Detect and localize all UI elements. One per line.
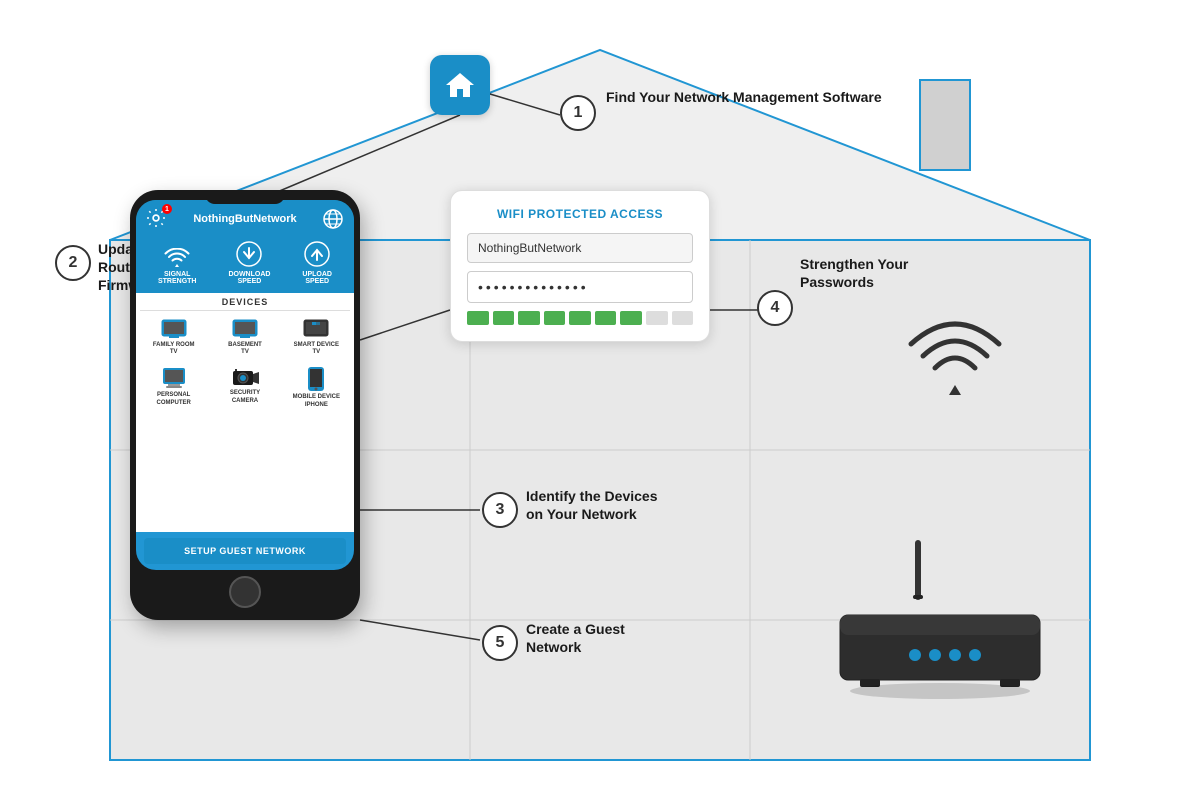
signal-label: SIGNALSTRENGTH — [158, 271, 197, 285]
smart-tv-icon — [302, 318, 330, 340]
phone-icon — [307, 366, 325, 392]
computer-icon — [160, 366, 188, 390]
upload-icon — [303, 240, 331, 268]
step-1-circle: 1 — [560, 95, 596, 131]
phone-device: 1 NothingButNetwork SIGNALSTRENGTH — [130, 190, 360, 620]
device-computer: PERSONALCOMPUTER — [140, 363, 207, 411]
strength-5 — [569, 311, 591, 325]
strength-9 — [672, 311, 694, 325]
family-room-tv-label: FAMILY ROOMTV — [153, 342, 195, 356]
tv-icon — [160, 318, 188, 340]
devices-section: DEVICES FAMILY ROOMTV — [136, 293, 354, 532]
step-4-circle: 4 — [757, 290, 793, 326]
download-speed-stat: DOWNLOADSPEED — [228, 240, 270, 285]
stats-bar: SIGNALSTRENGTH DOWNLOADSPEED UPLOADSPEED — [136, 236, 354, 293]
smart-tv-label: SMART DEVICETV — [294, 342, 339, 356]
strength-6 — [595, 311, 617, 325]
phone-notch — [205, 190, 285, 204]
upload-speed-stat: UPLOADSPEED — [302, 240, 332, 285]
strength-8 — [646, 311, 668, 325]
network-name-field[interactable]: NothingButNetwork — [467, 233, 693, 263]
router-device — [830, 535, 1050, 720]
strength-7 — [620, 311, 642, 325]
phone-home-button — [229, 576, 261, 608]
download-label: DOWNLOADSPEED — [228, 271, 270, 285]
strength-2 — [493, 311, 515, 325]
globe-icon — [322, 208, 344, 230]
computer-label: PERSONALCOMPUTER — [156, 392, 190, 406]
device-camera: SECURITYCAMERA — [211, 363, 278, 411]
wifi-icon — [164, 248, 190, 268]
home-icon-box — [430, 55, 490, 115]
device-iphone: MOBILE DEVICEIPHONE — [283, 363, 350, 411]
step-2-circle: 2 — [55, 245, 91, 281]
settings-icon: 1 — [146, 208, 168, 230]
step-1-label: Find Your Network Management Software — [606, 88, 882, 106]
download-icon — [235, 240, 263, 268]
device-basement-tv: BASEMENTTV — [211, 315, 278, 359]
setup-guest-network-button[interactable]: SETUP GUEST NETWORK — [144, 538, 346, 564]
step-3-circle: 3 — [482, 492, 518, 528]
iphone-label: MOBILE DEVICEIPHONE — [293, 394, 340, 408]
notification-badge: 1 — [162, 204, 172, 214]
password-dots: •••••••••••••• — [478, 279, 589, 295]
step-3-label: Identify the Deviceson Your Network — [526, 487, 658, 523]
basement-tv-label: BASEMENTTV — [228, 342, 262, 356]
phone-screen: 1 NothingButNetwork SIGNALSTRENGTH — [136, 200, 354, 570]
wifi-panel: WIFI PROTECTED ACCESS NothingButNetwork … — [450, 190, 710, 342]
device-family-room-tv: FAMILY ROOMTV — [140, 315, 207, 359]
phone-top-bar: 1 NothingButNetwork — [136, 200, 354, 236]
signal-strength-stat: SIGNALSTRENGTH — [158, 248, 197, 285]
step-4-label: Strengthen YourPasswords — [800, 255, 908, 291]
tv-icon-2 — [231, 318, 259, 340]
app-name: NothingButNetwork — [168, 213, 322, 225]
step-5-label: Create a GuestNetwork — [526, 620, 625, 656]
wifi-signal-display — [905, 320, 1005, 405]
devices-title: DEVICES — [140, 297, 350, 311]
wifi-panel-title: WIFI PROTECTED ACCESS — [467, 207, 693, 221]
upload-label: UPLOADSPEED — [302, 271, 332, 285]
password-strength-bar — [467, 311, 693, 325]
device-smart-tv: SMART DEVICETV — [283, 315, 350, 359]
password-field[interactable]: •••••••••••••• — [467, 271, 693, 303]
step-5-circle: 5 — [482, 625, 518, 661]
devices-grid: FAMILY ROOMTV BASEMENTTV — [140, 315, 350, 412]
camera-label: SECURITYCAMERA — [230, 390, 260, 404]
strength-3 — [518, 311, 540, 325]
camera-icon — [231, 366, 259, 388]
strength-1 — [467, 311, 489, 325]
strength-4 — [544, 311, 566, 325]
